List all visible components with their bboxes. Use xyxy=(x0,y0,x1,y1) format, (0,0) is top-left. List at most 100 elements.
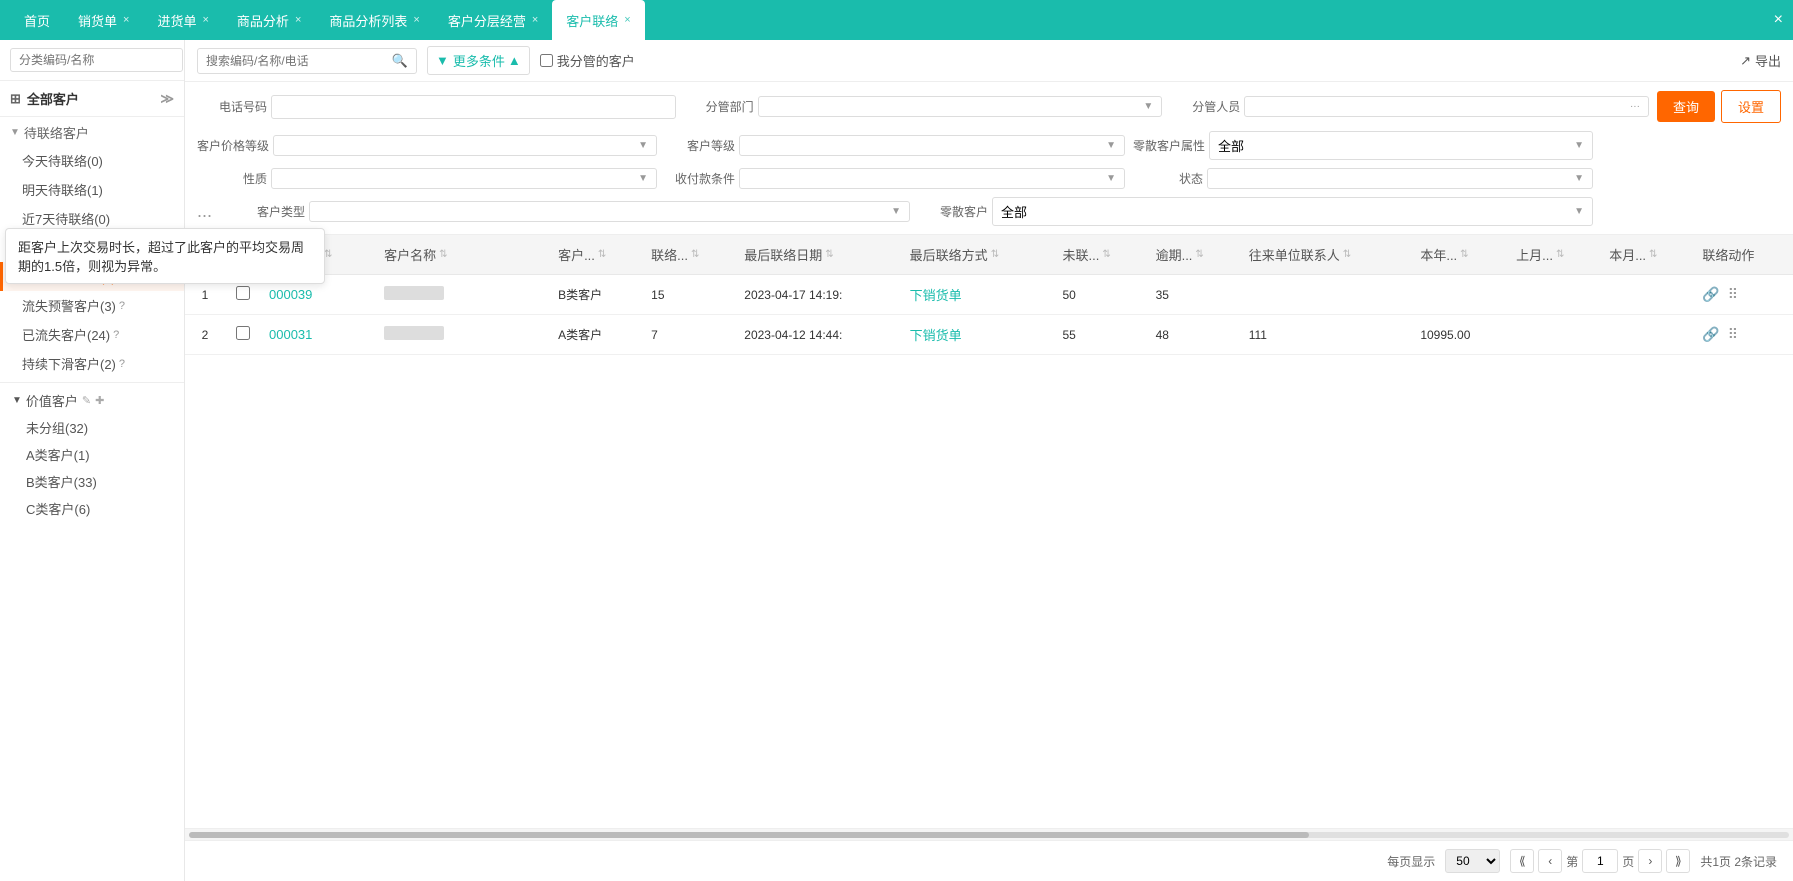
sidebar-item-tomorrow[interactable]: 明天待联络(1) xyxy=(0,175,184,204)
row1-contact-icon[interactable]: 🔗 xyxy=(1702,286,1719,303)
last-page-button[interactable]: ⟫ xyxy=(1666,849,1690,873)
col-header-contact-count[interactable]: 联络... ⇅ xyxy=(643,235,736,275)
nav-customer-tier[interactable]: 客户分层经营 × xyxy=(434,0,552,40)
col-header-last-month[interactable]: 上月... ⇅ xyxy=(1508,235,1601,275)
lost-warning-help-icon: ? xyxy=(119,300,125,312)
scatter-attr-select[interactable]: 全部 ▼ xyxy=(1209,131,1593,160)
department-label: 分管部门 xyxy=(684,98,754,115)
close-customer-contact-icon[interactable]: × xyxy=(624,14,630,26)
my-customers-checkbox[interactable] xyxy=(540,54,553,67)
value-customer-edit-icon[interactable]: ✎ xyxy=(82,394,91,407)
per-page-label: 每页显示 xyxy=(1387,853,1435,870)
customer-type-select[interactable]: ▼ xyxy=(309,201,910,222)
department-select[interactable]: ▼ xyxy=(758,96,1163,117)
more-conditions-button[interactable]: ▼ 更多条件 ▲ xyxy=(427,46,530,75)
page-total: 共1页 2条记录 xyxy=(1700,853,1777,870)
sidebar-item-unclassified[interactable]: 未分组(32) xyxy=(0,414,184,441)
price-level-select[interactable]: ▼ xyxy=(273,135,657,156)
page-number-input[interactable] xyxy=(1582,849,1618,873)
row2-code-link[interactable]: 000031 xyxy=(269,327,312,342)
col-header-last-method[interactable]: 最后联络方式 ⇅ xyxy=(902,235,1055,275)
row2-contact-icon[interactable]: 🔗 xyxy=(1702,326,1719,343)
manager-select[interactable]: ··· xyxy=(1244,96,1649,117)
per-page-select[interactable]: 50 100 200 xyxy=(1445,849,1500,873)
nav-product-analysis[interactable]: 商品分析 × xyxy=(223,0,315,40)
next-page-button[interactable]: › xyxy=(1638,849,1662,873)
sidebar-item-class-b[interactable]: B类客户(33) xyxy=(0,468,184,495)
row1-overdue: 35 xyxy=(1148,275,1241,315)
row1-category: B类客户 xyxy=(550,275,643,315)
sidebar-item-declining[interactable]: 持续下滑客户(2) ? xyxy=(0,349,184,378)
row2-code[interactable]: 000031 xyxy=(261,315,376,355)
nav-customer-contact[interactable]: 客户联络 × xyxy=(552,0,644,40)
scrollbar-thumb[interactable] xyxy=(189,832,1309,838)
col-header-overdue[interactable]: 逾期... ⇅ xyxy=(1148,235,1241,275)
scatter-attr-label: 零散客户属性 xyxy=(1133,137,1205,154)
value-customer-add-icon[interactable]: ✚ xyxy=(95,394,104,407)
row2-last-method-link[interactable]: 下销货单 xyxy=(910,328,962,343)
horizontal-scrollbar[interactable] xyxy=(185,828,1793,840)
row1-more-icon[interactable]: ⠿ xyxy=(1728,286,1738,303)
sidebar-item-already-lost[interactable]: 已流失客户(24) ? xyxy=(0,320,184,349)
col-header-this-month[interactable]: 本月... ⇅ xyxy=(1601,235,1694,275)
last-method-sort-icon: ⇅ xyxy=(991,249,999,260)
filter-dots[interactable]: ... xyxy=(197,201,227,222)
customer-level-label: 客户等级 xyxy=(665,137,735,154)
search-icon[interactable]: 🔍 xyxy=(392,53,408,69)
query-button[interactable]: 查询 xyxy=(1657,91,1715,122)
close-customer-tier-icon[interactable]: × xyxy=(532,14,538,26)
close-all-tabs-button[interactable]: × xyxy=(1774,11,1783,29)
nav-home[interactable]: 首页 xyxy=(10,0,64,40)
customer-type-label: 客户类型 xyxy=(235,203,305,220)
all-customers-header[interactable]: ⊞ 全部客户 ≫ xyxy=(0,81,184,117)
payment-select[interactable]: ▼ xyxy=(739,168,1125,189)
value-customer-group[interactable]: ▼ 价值客户 ✎ ✚ xyxy=(0,387,184,414)
row2-more-icon[interactable]: ⠿ xyxy=(1728,326,1738,343)
collapse-sidebar-icon[interactable]: ≫ xyxy=(160,91,174,107)
col-header-unit-contacts[interactable]: 往来单位联系人 ⇅ xyxy=(1241,235,1413,275)
sidebar-search-area: 🔍 xyxy=(0,40,184,81)
col-header-category[interactable]: 客户... ⇅ xyxy=(550,235,643,275)
pagination: ⟪ ‹ 第 页 › ⟫ xyxy=(1510,849,1690,873)
nature-select[interactable]: ▼ xyxy=(271,168,657,189)
nav-product-analysis-list[interactable]: 商品分析列表 × xyxy=(315,0,433,40)
close-product-analysis-icon[interactable]: × xyxy=(295,14,301,26)
col-header-last-date[interactable]: 最后联络日期 ⇅ xyxy=(736,235,901,275)
scrollbar-track[interactable] xyxy=(189,832,1789,838)
row1-checkbox[interactable] xyxy=(236,286,250,300)
customer-level-select[interactable]: ▼ xyxy=(739,135,1125,156)
sidebar-item-today[interactable]: 今天待联络(0) xyxy=(0,146,184,175)
nav-purchase-order[interactable]: 进货单 × xyxy=(143,0,222,40)
sidebar-item-class-a[interactable]: A类客户(1) xyxy=(0,441,184,468)
sidebar-item-class-c[interactable]: C类客户(6) xyxy=(0,495,184,522)
first-page-button[interactable]: ⟪ xyxy=(1510,849,1534,873)
row2-last-method[interactable]: 下销货单 xyxy=(902,315,1055,355)
my-customers-checkbox-area[interactable]: 我分管的客户 xyxy=(540,51,635,70)
pending-contact-group[interactable]: ▼ 待联络客户 xyxy=(0,117,184,146)
col-header-name[interactable]: 客户名称 ⇅ xyxy=(376,235,550,275)
close-purchase-order-icon[interactable]: × xyxy=(202,14,208,26)
phone-input[interactable] xyxy=(271,95,676,119)
search-input[interactable] xyxy=(206,54,388,68)
row1-last-method-link[interactable]: 下销货单 xyxy=(910,288,962,303)
scatter-customer-select[interactable]: 全部 ▼ xyxy=(992,197,1593,226)
close-product-analysis-list-icon[interactable]: × xyxy=(413,14,419,26)
row2-check[interactable] xyxy=(225,315,261,355)
col-header-no-contact[interactable]: 未联... ⇅ xyxy=(1054,235,1147,275)
col-header-this-year[interactable]: 本年... ⇅ xyxy=(1412,235,1508,275)
filter-payment: 收付款条件 ▼ xyxy=(665,168,1125,189)
filter-price-level: 客户价格等级 ▼ xyxy=(197,135,657,156)
row1-unit-contacts xyxy=(1241,275,1413,315)
setting-button[interactable]: 设置 xyxy=(1721,90,1781,123)
export-button[interactable]: ↗ 导出 xyxy=(1740,51,1781,70)
row1-code-link[interactable]: 000039 xyxy=(269,287,312,302)
status-select[interactable]: ▼ xyxy=(1207,168,1593,189)
row2-checkbox[interactable] xyxy=(236,326,250,340)
sidebar-item-lost-warning[interactable]: 流失预警客户(3) ? xyxy=(0,291,184,320)
sidebar-search-input[interactable] xyxy=(10,48,183,72)
row2-name xyxy=(376,315,550,355)
row1-last-method[interactable]: 下销货单 xyxy=(902,275,1055,315)
nav-sales-order[interactable]: 销货单 × xyxy=(64,0,143,40)
close-sales-order-icon[interactable]: × xyxy=(123,14,129,26)
prev-page-button[interactable]: ‹ xyxy=(1538,849,1562,873)
